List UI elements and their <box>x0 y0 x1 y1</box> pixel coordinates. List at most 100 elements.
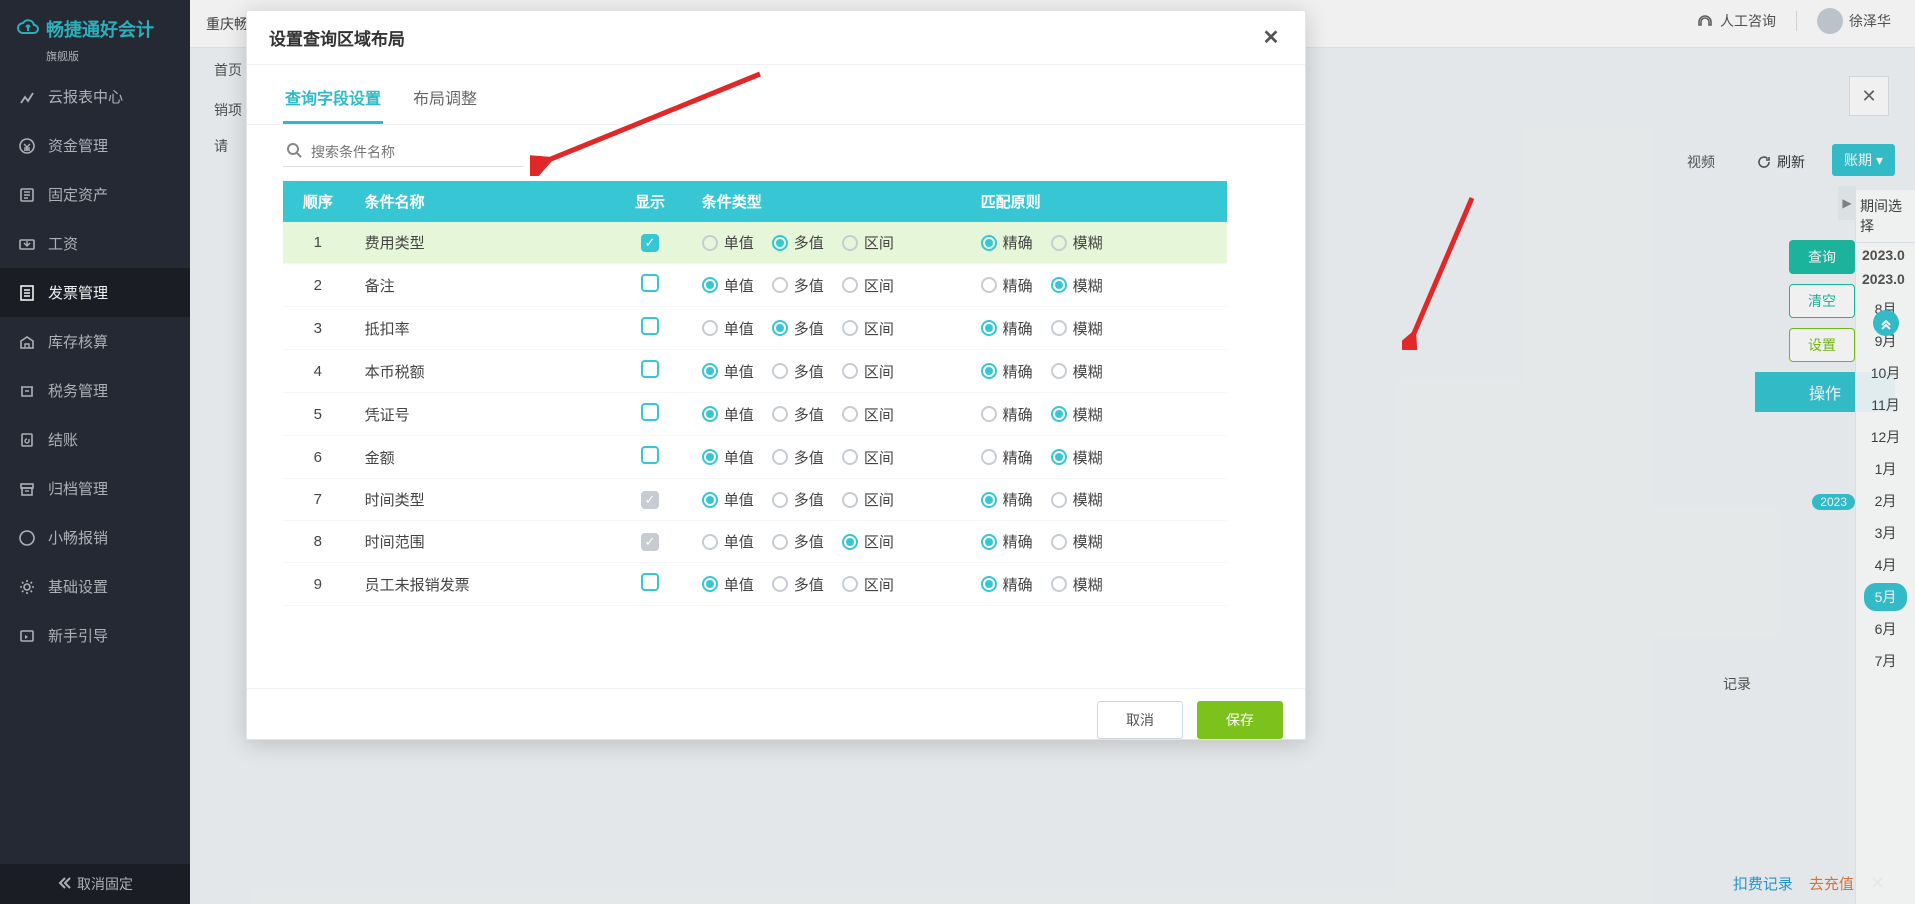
cancel-button[interactable]: 取消 <box>1097 701 1183 739</box>
type-radio[interactable]: 多值 <box>772 318 824 339</box>
radio-dot-icon <box>981 363 997 379</box>
match-radio[interactable]: 精确 <box>981 318 1033 339</box>
type-radio[interactable]: 单值 <box>702 531 754 552</box>
type-radio[interactable]: 单值 <box>702 275 754 296</box>
radio-dot-icon <box>702 449 718 465</box>
type-radio[interactable]: 单值 <box>702 404 754 425</box>
search-icon <box>285 141 303 162</box>
col-seq: 顺序 <box>283 181 353 222</box>
radio-label: 精确 <box>1003 447 1033 468</box>
type-radio[interactable]: 单值 <box>702 232 754 253</box>
row-show-cell <box>610 393 690 436</box>
row-name: 抵扣率 <box>353 307 611 350</box>
row-show-cell <box>610 436 690 479</box>
radio-label: 区间 <box>864 574 894 595</box>
save-button[interactable]: 保存 <box>1197 701 1283 739</box>
show-checkbox[interactable] <box>641 403 659 421</box>
type-radio[interactable]: 区间 <box>842 361 894 382</box>
radio-dot-icon <box>1051 235 1067 251</box>
row-seq: 2 <box>283 264 353 307</box>
type-radio[interactable]: 区间 <box>842 404 894 425</box>
show-checkbox[interactable] <box>641 274 659 292</box>
row-type-cell: 单值多值 区间 <box>690 563 969 606</box>
match-radio[interactable]: 模糊 <box>1051 361 1103 382</box>
table-row: 2备注 单值 多值 区间 精确模糊 <box>283 264 1227 307</box>
type-radio[interactable]: 多值 <box>772 232 824 253</box>
radio-dot-icon <box>1051 277 1067 293</box>
match-radio[interactable]: 精确 <box>981 275 1033 296</box>
match-radio[interactable]: 精确 <box>981 404 1033 425</box>
match-radio[interactable]: 模糊 <box>1051 232 1103 253</box>
show-checkbox[interactable] <box>641 573 659 591</box>
radio-label: 模糊 <box>1073 531 1103 552</box>
type-radio[interactable]: 单值 <box>702 361 754 382</box>
field-table: 顺序 条件名称 显示 条件类型 匹配原则 1费用类型单值多值区间精确模糊2备注单… <box>283 181 1227 606</box>
match-radio[interactable]: 精确 <box>981 361 1033 382</box>
type-radio[interactable]: 单值 <box>702 447 754 468</box>
type-radio[interactable]: 多值 <box>772 447 824 468</box>
radio-label: 模糊 <box>1073 574 1103 595</box>
table-row: 8时间范围单值多值区间精确模糊 <box>283 521 1227 563</box>
radio-label: 多值 <box>794 275 824 296</box>
modal-search <box>283 137 523 167</box>
col-show: 显示 <box>610 181 690 222</box>
match-radio[interactable]: 模糊 <box>1051 275 1103 296</box>
tab-layout-adjust[interactable]: 布局调整 <box>411 79 479 124</box>
type-radio[interactable]: 区间 <box>842 447 894 468</box>
type-radio[interactable]: 区间 <box>842 232 894 253</box>
match-radio[interactable]: 精确 <box>981 447 1033 468</box>
row-show-cell <box>610 307 690 350</box>
type-radio[interactable]: 区间 <box>842 489 894 510</box>
radio-label: 模糊 <box>1073 489 1103 510</box>
type-radio[interactable]: 多值 <box>772 404 824 425</box>
radio-label: 精确 <box>1003 361 1033 382</box>
modal-header: 设置查询区域布局 ✕ <box>247 11 1305 65</box>
type-radio[interactable]: 单值 <box>702 574 754 595</box>
match-radio[interactable]: 精确 <box>981 574 1033 595</box>
show-checkbox[interactable] <box>641 360 659 378</box>
radio-label: 多值 <box>794 318 824 339</box>
match-radio[interactable]: 模糊 <box>1051 489 1103 510</box>
match-radio[interactable]: 模糊 <box>1051 531 1103 552</box>
row-name: 备注 <box>353 264 611 307</box>
radio-dot-icon <box>772 492 788 508</box>
match-radio[interactable]: 模糊 <box>1051 318 1103 339</box>
type-radio[interactable]: 单值 <box>702 489 754 510</box>
type-radio[interactable]: 单值 <box>702 318 754 339</box>
match-radio[interactable]: 精确 <box>981 489 1033 510</box>
type-radio[interactable]: 多值 <box>772 531 824 552</box>
row-seq: 5 <box>283 393 353 436</box>
radio-label: 区间 <box>864 531 894 552</box>
search-input[interactable] <box>311 144 521 160</box>
radio-label: 区间 <box>864 404 894 425</box>
type-radio[interactable]: 区间 <box>842 531 894 552</box>
type-radio[interactable]: 区间 <box>842 318 894 339</box>
show-checkbox[interactable] <box>641 234 659 252</box>
show-checkbox[interactable] <box>641 446 659 464</box>
radio-dot-icon <box>842 320 858 336</box>
radio-label: 单值 <box>724 232 754 253</box>
radio-label: 区间 <box>864 361 894 382</box>
type-radio[interactable]: 多值 <box>772 275 824 296</box>
radio-label: 区间 <box>864 275 894 296</box>
match-radio[interactable]: 模糊 <box>1051 404 1103 425</box>
radio-label: 单值 <box>724 318 754 339</box>
row-type-cell: 单值多值 区间 <box>690 393 969 436</box>
radio-label: 模糊 <box>1073 318 1103 339</box>
radio-dot-icon <box>1051 449 1067 465</box>
col-type: 条件类型 <box>690 181 969 222</box>
type-radio[interactable]: 多值 <box>772 574 824 595</box>
match-radio[interactable]: 模糊 <box>1051 574 1103 595</box>
modal-close-button[interactable]: ✕ <box>1259 25 1283 50</box>
match-radio[interactable]: 模糊 <box>1051 447 1103 468</box>
match-radio[interactable]: 精确 <box>981 232 1033 253</box>
tab-field-settings[interactable]: 查询字段设置 <box>283 79 383 124</box>
match-radio[interactable]: 精确 <box>981 531 1033 552</box>
type-radio[interactable]: 多值 <box>772 361 824 382</box>
radio-label: 区间 <box>864 447 894 468</box>
type-radio[interactable]: 多值 <box>772 489 824 510</box>
row-name: 时间类型 <box>353 479 611 521</box>
show-checkbox[interactable] <box>641 317 659 335</box>
type-radio[interactable]: 区间 <box>842 574 894 595</box>
type-radio[interactable]: 区间 <box>842 275 894 296</box>
